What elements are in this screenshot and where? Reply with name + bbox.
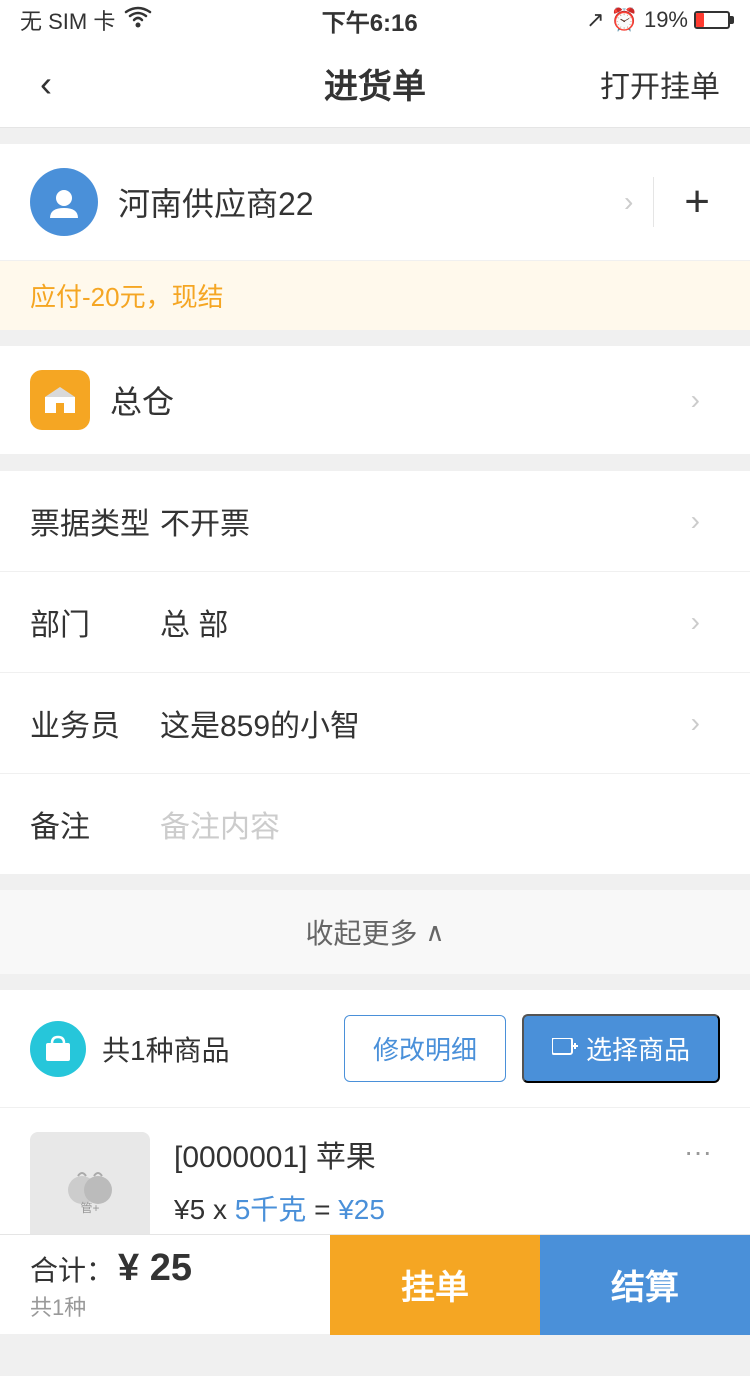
warehouse-icon — [30, 370, 90, 430]
products-header: 共1种商品 修改明细 选择商品 — [0, 990, 750, 1107]
product-total: ¥25 — [338, 1194, 385, 1225]
product-count-text: 共1种商品 — [102, 1029, 328, 1069]
invoice-value: 不开票 — [160, 499, 691, 543]
department-chevron-icon: › — [691, 606, 700, 638]
alarm-icon: ⏰ — [611, 7, 638, 33]
warehouse-name: 总仓 — [110, 377, 691, 423]
total-label: 合计： — [30, 1249, 114, 1289]
total-section: 合计： ¥ 25 共1种 — [0, 1247, 330, 1322]
collapse-chevron-icon: ∧ — [425, 917, 444, 948]
product-code: [0000001] — [174, 1141, 307, 1174]
warehouse-row[interactable]: 总仓 › — [0, 346, 750, 454]
svg-text:管+: 管+ — [80, 1200, 99, 1215]
salesperson-row[interactable]: 业务员 这是859的小智 › — [0, 672, 750, 773]
supplier-name: 河南供应商22 — [118, 179, 624, 225]
product-price-row: ¥5 x 5千克 = ¥25 — [174, 1188, 652, 1228]
product-equals: = — [314, 1194, 338, 1225]
form-card: 票据类型 不开票 › 部门 总 部 › 业务员 这是859的小智 › 备注 备注… — [0, 470, 750, 874]
battery-percent: 19% — [644, 7, 688, 33]
nav-bar: ‹ 进货单 打开挂单 — [0, 40, 750, 128]
note-label: 备注 — [30, 802, 160, 846]
status-bar: 无 SIM 卡 下午6:16 ↗ ⏰ 19% — [0, 0, 750, 40]
note-row[interactable]: 备注 备注内容 — [0, 773, 750, 874]
status-time: 下午6:16 — [322, 3, 418, 38]
supplier-row[interactable]: 河南供应商22 › + — [0, 144, 750, 261]
select-product-label: 选择商品 — [586, 1030, 690, 1067]
collapse-text: 收起更多 — [305, 912, 417, 952]
product-count-icon — [30, 1021, 86, 1077]
supplier-card: 河南供应商22 › + 应付-20元，现结 — [0, 144, 750, 330]
invoice-chevron-icon: › — [691, 505, 700, 537]
open-pending-button[interactable]: 打开挂单 — [600, 62, 720, 106]
invoice-label: 票据类型 — [30, 499, 160, 543]
department-value: 总 部 — [160, 600, 691, 644]
hang-order-button[interactable]: 挂单 — [330, 1235, 540, 1335]
battery-icon — [694, 11, 730, 29]
status-right: ↗ ⏰ 19% — [586, 7, 730, 33]
product-info: [0000001] 苹果 ¥5 x 5千克 = ¥25 — [174, 1132, 652, 1228]
product-quantity: 5千克 — [235, 1194, 307, 1225]
carrier-text: 无 SIM 卡 — [20, 4, 115, 36]
warehouse-chevron-icon: › — [691, 384, 700, 416]
salesperson-chevron-icon: › — [691, 707, 700, 739]
total-count: 共1种 — [30, 1290, 300, 1322]
add-supplier-button[interactable]: + — [674, 177, 720, 227]
collapse-row[interactable]: 收起更多 ∧ — [0, 890, 750, 974]
select-product-button[interactable]: 选择商品 — [522, 1014, 720, 1083]
supplier-chevron-icon: › — [624, 186, 633, 218]
supplier-avatar — [30, 168, 98, 236]
salesperson-label: 业务员 — [30, 701, 160, 745]
back-button[interactable]: ‹ — [30, 53, 62, 115]
supplier-notice: 应付-20元，现结 — [0, 261, 750, 330]
product-multiply: x — [213, 1194, 235, 1225]
warehouse-card: 总仓 › — [0, 346, 750, 454]
wifi-icon — [123, 6, 153, 34]
product-unit-price: ¥5 — [174, 1194, 205, 1225]
location-icon: ↗ — [586, 7, 604, 33]
product-more-button[interactable]: ··· — [676, 1132, 720, 1172]
product-title: 苹果 — [316, 1141, 376, 1174]
nav-title: 进货单 — [324, 59, 426, 108]
bottom-bar: 合计： ¥ 25 共1种 挂单 结算 — [0, 1234, 750, 1334]
salesperson-value: 这是859的小智 — [160, 701, 691, 745]
invoice-row[interactable]: 票据类型 不开票 › — [0, 470, 750, 571]
department-row[interactable]: 部门 总 部 › — [0, 571, 750, 672]
product-name: [0000001] 苹果 — [174, 1132, 652, 1176]
edit-details-button[interactable]: 修改明细 — [344, 1015, 506, 1082]
vertical-divider — [653, 177, 654, 227]
total-amount: ¥ 25 — [118, 1247, 192, 1290]
department-label: 部门 — [30, 600, 160, 644]
note-input[interactable]: 备注内容 — [160, 802, 720, 846]
status-left: 无 SIM 卡 — [20, 4, 153, 36]
checkout-button[interactable]: 结算 — [540, 1235, 750, 1335]
